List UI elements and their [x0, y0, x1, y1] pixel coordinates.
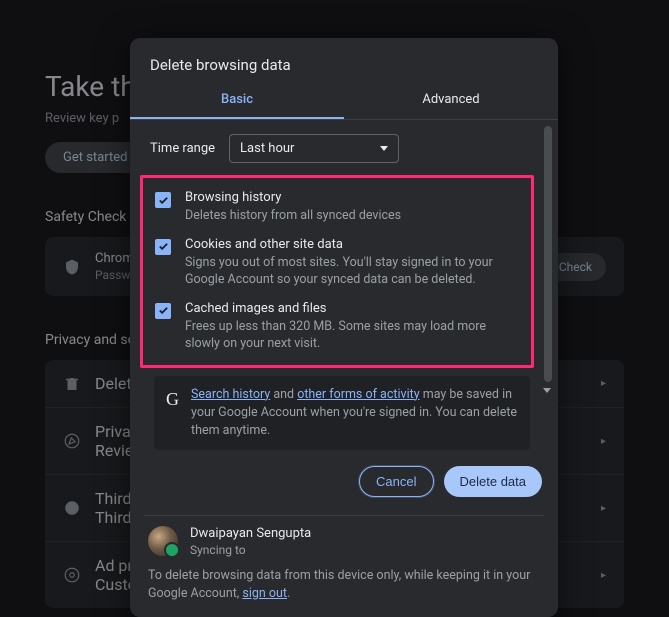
google-g-icon: G: [166, 386, 179, 408]
delete-data-button[interactable]: Delete data: [444, 466, 543, 497]
account-row: Dwaipayan Sengupta Syncing to: [148, 526, 540, 557]
sync-status: Syncing to: [190, 543, 311, 557]
tab-basic[interactable]: Basic: [130, 82, 344, 119]
chevron-down-icon: [380, 146, 388, 151]
scroll-down-icon[interactable]: [543, 388, 551, 393]
highlighted-options: Browsing history Deletes history from al…: [140, 175, 534, 368]
checkbox-cached[interactable]: [155, 303, 171, 319]
option-desc: Signs you out of most sites. You'll stay…: [185, 254, 519, 289]
option-title: Cached images and files: [185, 301, 519, 316]
signout-note: To delete browsing data from this device…: [148, 567, 540, 603]
checkbox-browsing-history[interactable]: [155, 192, 171, 208]
check-icon: [158, 305, 169, 316]
option-browsing-history: Browsing history Deletes history from al…: [147, 184, 527, 231]
time-range-select[interactable]: Last hour: [229, 134, 399, 163]
dialog-title: Delete browsing data: [130, 38, 558, 82]
chevron-right-icon: ▸: [601, 378, 606, 389]
option-title: Browsing history: [185, 190, 401, 205]
shield-icon: [63, 258, 81, 276]
user-name: Dwaipayan Sengupta: [190, 526, 311, 541]
option-cookies: Cookies and other site data Signs you ou…: [147, 231, 527, 295]
compass-icon: [63, 432, 81, 450]
divider: [144, 515, 544, 516]
sign-out-link[interactable]: sign out: [242, 586, 287, 601]
scrollbar[interactable]: [544, 126, 552, 382]
avatar: [148, 526, 178, 556]
delete-browsing-data-dialog: Delete browsing data Basic Advanced Time…: [130, 38, 558, 617]
checkbox-cookies[interactable]: [155, 239, 171, 255]
check-icon: [158, 195, 169, 206]
trash-icon: [63, 375, 81, 393]
option-cached: Cached images and files Frees up less th…: [147, 295, 527, 359]
cookie-icon: [63, 499, 81, 517]
ad-privacy-icon: [63, 566, 81, 584]
chevron-right-icon: ▸: [601, 436, 606, 447]
option-title: Cookies and other site data: [185, 237, 519, 252]
dialog-tabs: Basic Advanced: [130, 82, 558, 120]
dialog-buttons: Cancel Delete data: [130, 454, 558, 511]
search-history-info: G Search history and other forms of acti…: [154, 376, 530, 450]
search-history-link[interactable]: Search history: [191, 387, 270, 402]
other-activity-link[interactable]: other forms of activity: [297, 387, 419, 402]
tab-advanced[interactable]: Advanced: [344, 82, 558, 119]
chevron-right-icon: ▸: [601, 503, 606, 514]
check-icon: [158, 241, 169, 252]
option-desc: Frees up less than 320 MB. Some sites ma…: [185, 318, 519, 353]
time-range-row: Time range Last hour: [130, 120, 544, 173]
dialog-scroll-area: Time range Last hour Browsing history De…: [130, 120, 554, 450]
chevron-right-icon: ▸: [601, 570, 606, 581]
time-range-label: Time range: [150, 141, 215, 156]
cancel-button[interactable]: Cancel: [359, 466, 433, 497]
time-range-value: Last hour: [240, 141, 294, 156]
option-desc: Deletes history from all synced devices: [185, 207, 401, 225]
